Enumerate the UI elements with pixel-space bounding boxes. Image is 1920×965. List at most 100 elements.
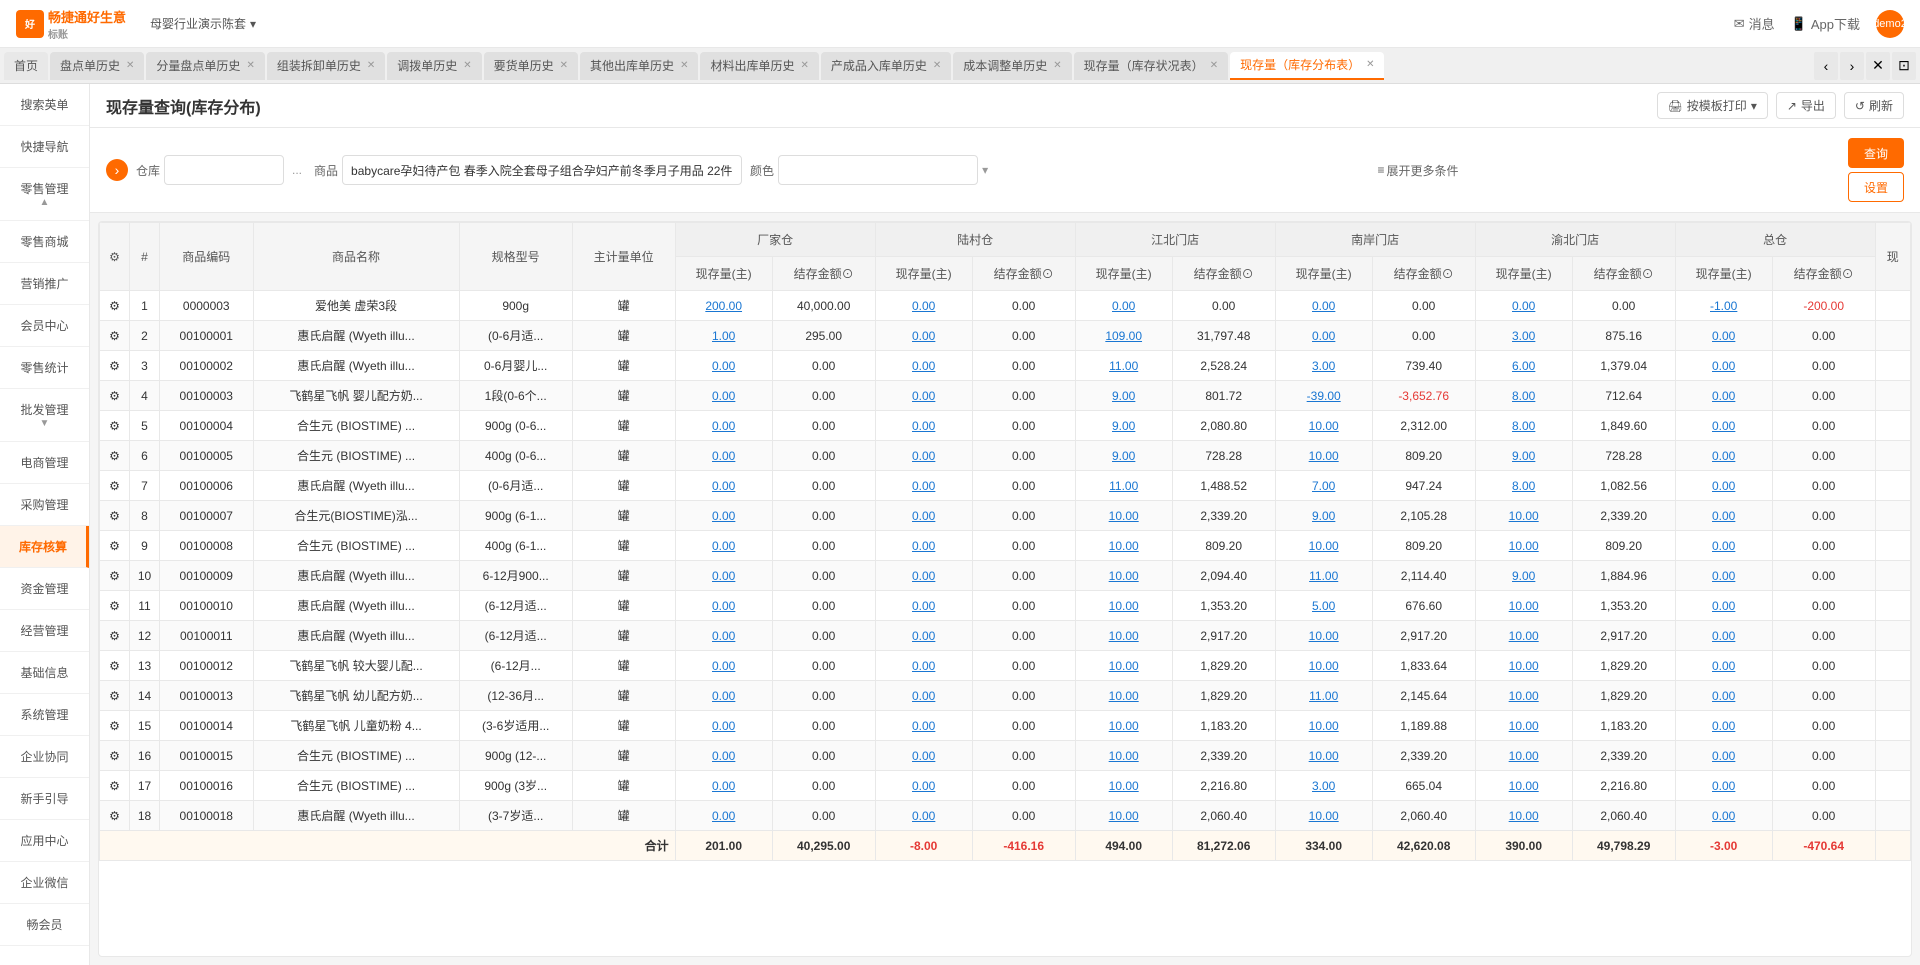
sidebar-item-ecom[interactable]: 电商管理 [0,442,89,484]
table-cell[interactable]: 10.00 [1275,801,1372,831]
tab-branch-stock[interactable]: 分量盘点单历史 ✕ [146,52,264,80]
print-btn[interactable]: 🖨 按模板打印 ▾ [1657,92,1768,119]
table-cell[interactable]: 10.00 [1475,501,1572,531]
table-cell[interactable]: 0.00 [675,771,772,801]
table-cell[interactable]: 0.00 [875,801,972,831]
row-gear-icon[interactable]: ⚙ [109,659,120,673]
row-gear[interactable]: ⚙ [100,351,130,381]
row-gear[interactable]: ⚙ [100,411,130,441]
tab-cost-adjust[interactable]: 成本调整单历史 ✕ [953,52,1071,80]
table-cell[interactable]: 0.00 [875,381,972,411]
close-tab-stock-count[interactable]: ✕ [126,60,134,71]
query-btn[interactable]: 查询 [1848,138,1904,168]
table-cell[interactable]: 11.00 [1275,681,1372,711]
table-cell[interactable]: 0.00 [875,321,972,351]
table-cell[interactable]: 1.00 [675,321,772,351]
table-cell[interactable]: 10.00 [1475,711,1572,741]
row-gear-icon[interactable]: ⚙ [109,599,120,613]
table-cell[interactable]: 8.00 [1475,381,1572,411]
close-tab-transfer[interactable]: ✕ [463,60,471,71]
table-cell[interactable]: 0.00 [675,411,772,441]
sidebar-item-nav[interactable]: 快捷导航 [0,126,89,168]
industry-dropdown[interactable]: 母婴行业演示陈套 ▾ [150,15,256,32]
row-gear[interactable]: ⚙ [100,561,130,591]
close-tab-other[interactable]: ✕ [680,60,688,71]
table-cell[interactable]: 10.00 [1075,651,1172,681]
table-cell[interactable]: 0.00 [1675,771,1772,801]
table-cell[interactable]: 0.00 [675,711,772,741]
table-cell[interactable]: 0.00 [675,501,772,531]
table-cell[interactable]: 0.00 [875,561,972,591]
sidebar-item-inventory[interactable]: 库存核算 [0,526,89,568]
app-download-btn[interactable]: 📱 App下载 [1791,14,1860,33]
table-cell[interactable]: 9.00 [1075,381,1172,411]
table-cell[interactable]: 10.00 [1475,531,1572,561]
row-gear-icon[interactable]: ⚙ [109,779,120,793]
table-cell[interactable]: 0.00 [1675,621,1772,651]
row-gear[interactable]: ⚙ [100,321,130,351]
tab-stock-dist[interactable]: 现存量（库存分布表） ✕ [1230,52,1384,80]
tab-stock-status[interactable]: 现存量（库存状况表） ✕ [1074,52,1228,80]
close-tab-cost[interactable]: ✕ [1053,60,1061,71]
table-cell[interactable]: 9.00 [1475,561,1572,591]
table-cell[interactable]: 8.00 [1475,471,1572,501]
row-gear-icon[interactable]: ⚙ [109,629,120,643]
sidebar-item-corp[interactable]: 企业协同 [0,736,89,778]
row-gear[interactable]: ⚙ [100,771,130,801]
table-cell[interactable]: 9.00 [1075,441,1172,471]
row-gear[interactable]: ⚙ [100,651,130,681]
table-cell[interactable]: 10.00 [1075,591,1172,621]
sidebar-item-retail-stat[interactable]: 零售统计 [0,347,89,389]
table-cell[interactable]: 0.00 [1675,351,1772,381]
sidebar-item-wholesale[interactable]: 批发管理 ▼ [0,389,89,442]
table-cell[interactable]: 10.00 [1475,591,1572,621]
row-gear-icon[interactable]: ⚙ [109,719,120,733]
table-cell[interactable]: 0.00 [675,741,772,771]
table-cell[interactable]: 0.00 [675,801,772,831]
table-cell[interactable]: 0.00 [675,441,772,471]
table-cell[interactable]: 5.00 [1275,591,1372,621]
tab-close-all-btn[interactable]: ✕ [1866,52,1890,80]
tab-transfer[interactable]: 调拨单历史 ✕ [387,52,481,80]
setting-btn[interactable]: 设置 [1848,172,1904,202]
table-cell[interactable]: 0.00 [675,531,772,561]
table-cell[interactable]: 0.00 [1675,561,1772,591]
table-cell[interactable]: 0.00 [675,591,772,621]
row-gear-icon[interactable]: ⚙ [109,329,120,343]
tab-home[interactable]: 首页 [4,52,48,80]
table-cell[interactable]: 0.00 [1275,291,1372,321]
row-gear[interactable]: ⚙ [100,741,130,771]
table-cell[interactable]: 10.00 [1275,741,1372,771]
table-cell[interactable]: 10.00 [1075,711,1172,741]
sidebar-item-corpwx[interactable]: 企业微信 [0,862,89,904]
table-cell[interactable]: 10.00 [1075,561,1172,591]
row-gear-icon[interactable]: ⚙ [109,359,120,373]
table-cell[interactable]: 0.00 [1275,321,1372,351]
row-gear-icon[interactable]: ⚙ [109,389,120,403]
color-input[interactable] [778,155,978,185]
table-cell[interactable]: 0.00 [875,741,972,771]
row-gear[interactable]: ⚙ [100,381,130,411]
warehouse-dots[interactable]: ... [288,163,306,177]
table-cell[interactable]: 0.00 [875,291,972,321]
table-cell[interactable]: 0.00 [875,771,972,801]
sidebar-item-purchase[interactable]: 采购管理 [0,484,89,526]
row-gear[interactable]: ⚙ [100,471,130,501]
row-gear[interactable]: ⚙ [100,711,130,741]
table-cell[interactable]: 0.00 [1675,741,1772,771]
tab-stock-count[interactable]: 盘点单历史 ✕ [50,52,144,80]
sidebar-item-system[interactable]: 系统管理 [0,694,89,736]
table-cell[interactable]: -39.00 [1275,381,1372,411]
table-cell[interactable]: 0.00 [1675,321,1772,351]
table-cell[interactable]: 10.00 [1275,441,1372,471]
table-cell[interactable]: 10.00 [1275,531,1372,561]
table-cell[interactable]: 10.00 [1075,771,1172,801]
table-cell[interactable]: 0.00 [875,411,972,441]
table-cell[interactable]: 109.00 [1075,321,1172,351]
table-cell[interactable]: 10.00 [1475,651,1572,681]
tab-assemble[interactable]: 组装拆卸单历史 ✕ [267,52,385,80]
table-cell[interactable]: 10.00 [1275,621,1372,651]
tab-requisition[interactable]: 要货单历史 ✕ [484,52,578,80]
goods-input[interactable] [342,155,742,185]
table-cell[interactable]: 0.00 [1675,471,1772,501]
